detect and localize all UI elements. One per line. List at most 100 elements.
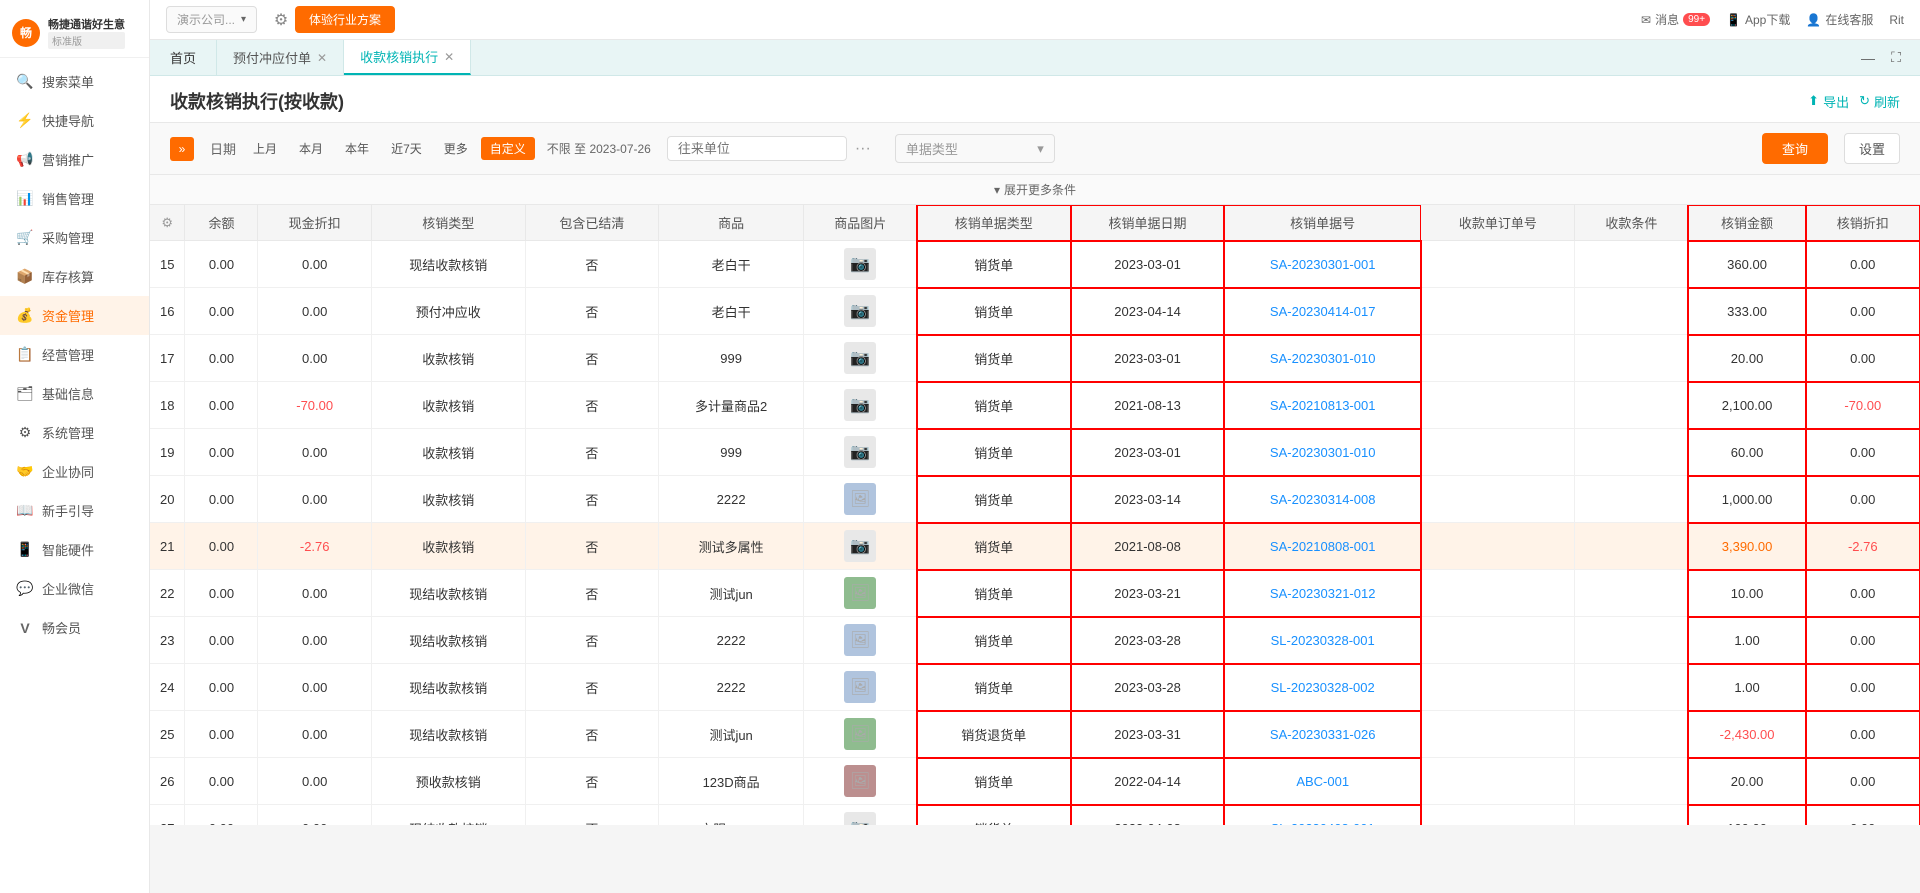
sidebar-item-purchase[interactable]: 🛒 采购管理 [0, 218, 149, 257]
table-row: 21 0.00 -2.76 收款核销 否 测试多属性 📷 销货单 2021-08… [150, 523, 1920, 570]
partner-input[interactable] [667, 136, 847, 161]
online-service-button[interactable]: 👤 在线客服 [1806, 11, 1873, 28]
export-button[interactable]: ⬆ 导出 [1808, 92, 1849, 111]
cell-id: 17 [150, 335, 185, 382]
message-icon: ✉ [1641, 13, 1651, 27]
date-btn-custom[interactable]: 自定义 [481, 137, 535, 160]
sidebar-item-label: 智能硬件 [42, 540, 94, 559]
sidebar-item-guide[interactable]: 📖 新手引导 [0, 491, 149, 530]
th-goods-img: 商品图片 [804, 205, 917, 241]
app-download-button[interactable]: 📱 App下载 [1726, 11, 1790, 28]
doc-no-link[interactable]: SA-20230414-017 [1270, 304, 1376, 319]
cell-payment-cond [1575, 288, 1688, 335]
top-settings-icon[interactable]: ⚙ [267, 6, 295, 34]
doc-no-link[interactable]: ABC-001 [1296, 774, 1349, 789]
cell-payment-cond [1575, 335, 1688, 382]
cell-balance: 0.00 [185, 758, 258, 805]
cell-goods: 2222 [659, 664, 804, 711]
tab-home[interactable]: 首页 [150, 40, 217, 75]
tab-minimize-button[interactable]: — [1856, 46, 1880, 70]
tab-maximize-button[interactable]: ⛶ [1884, 46, 1908, 70]
column-settings-icon[interactable]: ⚙ [161, 215, 173, 230]
page-header: 收款核销执行(按收款) ⬆ 导出 ↻ 刷新 [150, 76, 1920, 122]
sidebar-item-wechat[interactable]: 💬 企业微信 [0, 569, 149, 608]
sidebar-item-enterprise[interactable]: 🤝 企业协同 [0, 452, 149, 491]
date-btn-7days[interactable]: 近7天 [382, 137, 431, 160]
cell-verify-type: 现结收款核销 [371, 664, 525, 711]
filter-toggle-button[interactable]: » [170, 137, 194, 161]
sidebar-item-label: 企业协同 [42, 462, 94, 481]
query-button[interactable]: 查询 [1762, 133, 1828, 164]
message-button[interactable]: ✉ 消息 99+ [1641, 11, 1710, 28]
company-selector[interactable]: 演示公司... ▾ [166, 6, 257, 33]
cell-verify-type: 现结收款核销 [371, 805, 525, 826]
cell-included: 否 [525, 805, 659, 826]
doc-no-link[interactable]: SA-20230301-001 [1270, 257, 1376, 272]
th-doc-date: 核销单据日期 [1071, 205, 1225, 241]
sidebar-item-inventory[interactable]: 📦 库存核算 [0, 257, 149, 296]
refresh-button[interactable]: ↻ 刷新 [1859, 92, 1900, 111]
cell-goods-img: 📷 [804, 429, 917, 476]
cell-id: 19 [150, 429, 185, 476]
th-cash-discount: 现金折扣 [258, 205, 371, 241]
cell-order-no [1421, 805, 1575, 826]
cell-doc-date: 2021-08-08 [1071, 523, 1225, 570]
doc-no-link[interactable]: SL-20230328-002 [1271, 680, 1375, 695]
date-btn-last-month[interactable]: 上月 [244, 137, 286, 160]
sidebar-item-search[interactable]: 🔍 搜索菜单 [0, 62, 149, 101]
doc-no-link[interactable]: SA-20210813-001 [1270, 398, 1376, 413]
tab-verification[interactable]: 收款核销执行 ✕ [344, 40, 471, 75]
doc-no-link[interactable]: SL-20230408-001 [1271, 821, 1375, 826]
cell-doc-type: 销货单 [917, 382, 1071, 429]
tab-prepayment[interactable]: 预付冲应付单 ✕ [217, 40, 344, 75]
voucher-type-select[interactable]: 单据类型 ▾ [895, 134, 1055, 163]
expand-more-button[interactable]: ▾ 展开更多条件 [994, 181, 1076, 198]
tab-verification-close[interactable]: ✕ [444, 50, 454, 64]
cell-verify-amount: 360.00 [1688, 241, 1806, 288]
cell-doc-no: SA-20230301-001 [1224, 241, 1421, 288]
cell-goods-img: 🖼 [804, 758, 917, 805]
doc-no-link[interactable]: SL-20230328-001 [1271, 633, 1375, 648]
sidebar-item-finance[interactable]: 💰 资金管理 [0, 296, 149, 335]
sidebar-item-member[interactable]: V 畅会员 [0, 608, 149, 647]
cell-verify-type: 收款核销 [371, 523, 525, 570]
cell-order-no [1421, 382, 1575, 429]
user-name-display[interactable]: Rit [1889, 13, 1904, 27]
doc-no-link[interactable]: SA-20210808-001 [1270, 539, 1376, 554]
trial-button[interactable]: 体验行业方案 [295, 6, 395, 33]
enterprise-icon: 🤝 [16, 463, 34, 481]
sidebar-item-basics[interactable]: 🗂 基础信息 [0, 374, 149, 413]
message-label: 消息 [1655, 11, 1679, 28]
online-service-label: 在线客服 [1825, 11, 1873, 28]
sidebar-item-marketing[interactable]: 📢 营销推广 [0, 140, 149, 179]
filter-settings-button[interactable]: 设置 [1844, 133, 1900, 164]
date-btn-more[interactable]: 更多 [435, 137, 477, 160]
date-btn-this-month[interactable]: 本月 [290, 137, 332, 160]
partner-more-button[interactable]: ··· [855, 140, 871, 158]
sidebar-item-hardware[interactable]: 📱 智能硬件 [0, 530, 149, 569]
cell-included: 否 [525, 664, 659, 711]
sidebar-item-label: 畅会员 [42, 618, 81, 637]
doc-no-link[interactable]: SA-20230301-010 [1270, 351, 1376, 366]
cell-order-no [1421, 664, 1575, 711]
cell-included: 否 [525, 476, 659, 523]
cell-cash-discount: 0.00 [258, 664, 371, 711]
cell-verify-discount: 0.00 [1806, 335, 1919, 382]
cell-cash-discount: 0.00 [258, 288, 371, 335]
doc-no-link[interactable]: SA-20230301-010 [1270, 445, 1376, 460]
sidebar-item-system[interactable]: ⚙ 系统管理 [0, 413, 149, 452]
cell-payment-cond [1575, 429, 1688, 476]
doc-no-link[interactable]: SA-20230331-026 [1270, 727, 1376, 742]
cell-doc-date: 2023-04-14 [1071, 288, 1225, 335]
cell-verify-amount: 60.00 [1688, 429, 1806, 476]
cell-doc-type: 销货单 [917, 288, 1071, 335]
cell-cash-discount: 0.00 [258, 241, 371, 288]
sidebar-item-sales[interactable]: 📊 销售管理 [0, 179, 149, 218]
tab-prepayment-close[interactable]: ✕ [317, 51, 327, 65]
sidebar-item-shortcut[interactable]: ⚡ 快捷导航 [0, 101, 149, 140]
sidebar-item-operations[interactable]: 📋 经营管理 [0, 335, 149, 374]
doc-no-link[interactable]: SA-20230321-012 [1270, 586, 1376, 601]
doc-no-link[interactable]: SA-20230314-008 [1270, 492, 1376, 507]
date-btn-this-year[interactable]: 本年 [336, 137, 378, 160]
cell-id: 26 [150, 758, 185, 805]
